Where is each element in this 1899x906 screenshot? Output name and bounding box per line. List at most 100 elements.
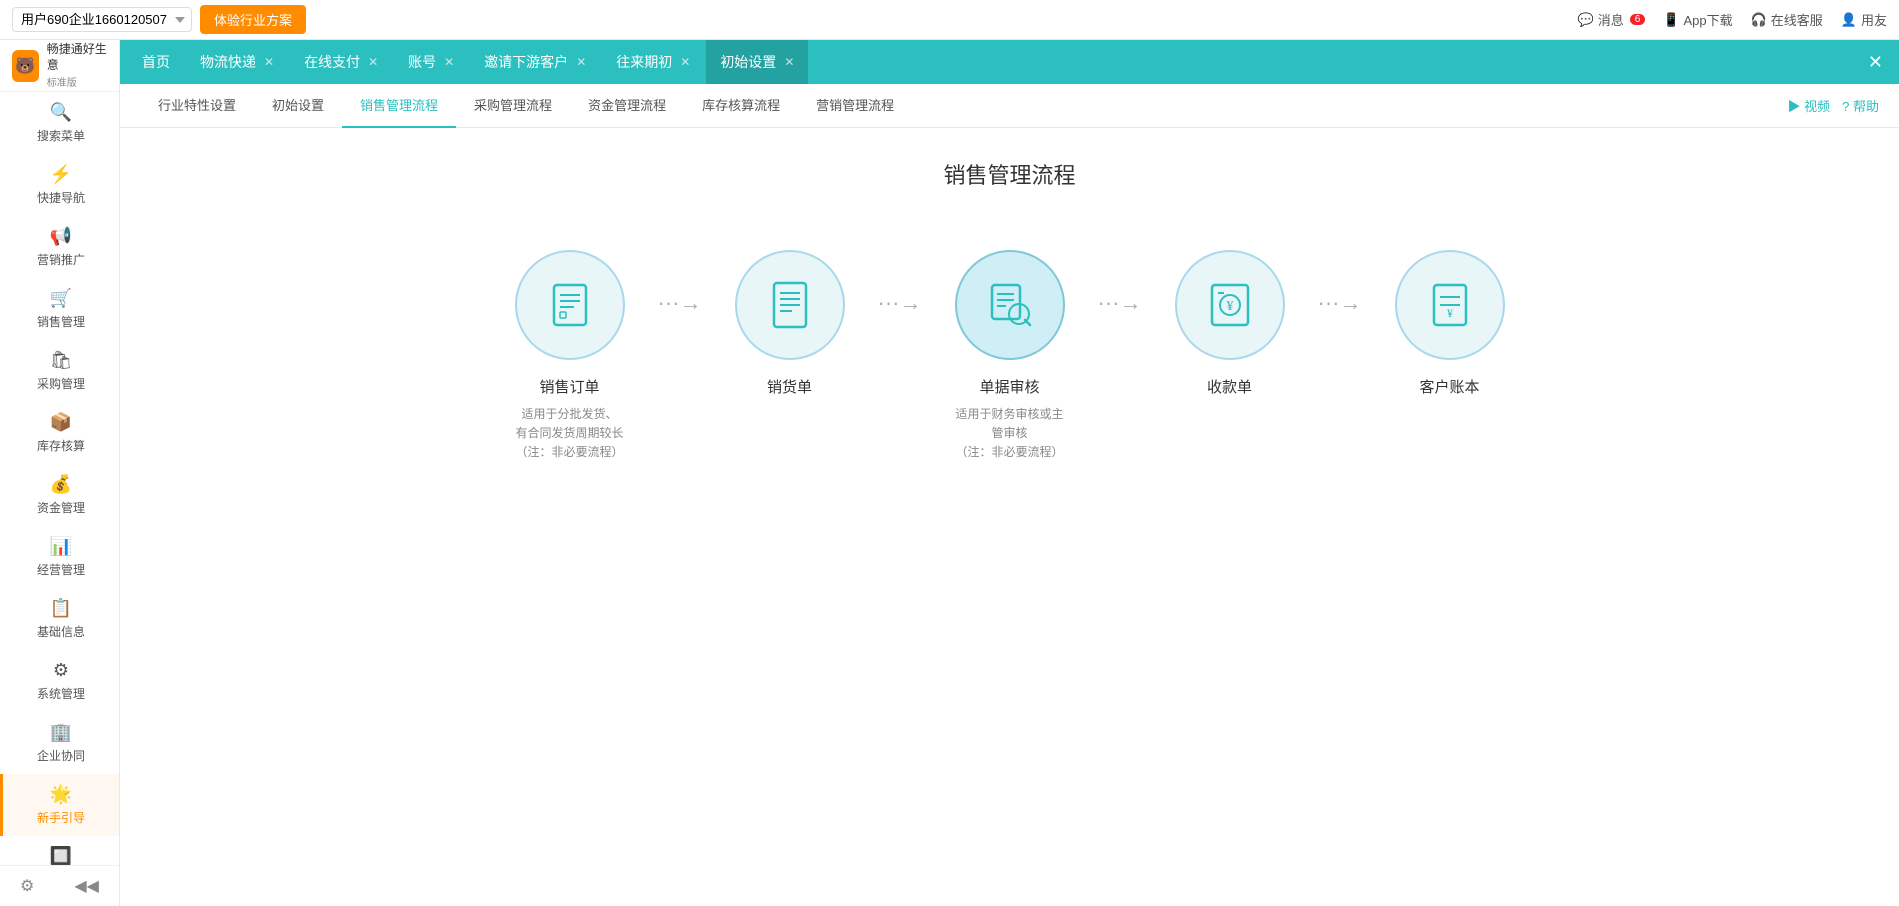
settings-bottom-icon[interactable]: ⚙	[20, 876, 34, 896]
flow-step-customer-account[interactable]: ¥ 客户账本	[1370, 250, 1530, 405]
sidebar-item-purchase[interactable]: 🛍 采购管理	[0, 340, 119, 402]
tab-payment[interactable]: 在线支付 ✕	[290, 40, 392, 84]
purchase-icon: 🛍	[50, 350, 73, 371]
logo-icon: 🐻	[12, 50, 39, 82]
sidebar-label-operations: 经营管理	[37, 561, 85, 578]
sub-tab-init-label: 初始设置	[272, 95, 324, 114]
sidebar-item-system[interactable]: ⚙ 系统管理	[0, 650, 119, 712]
tab-downstream-close[interactable]: ✕	[576, 55, 586, 69]
tab-home-label: 首页	[142, 52, 170, 72]
help-link[interactable]: ? 帮助	[1842, 96, 1879, 115]
app-download-item[interactable]: 📱 App下载	[1663, 10, 1732, 29]
video-link[interactable]: ▶ 视频	[1788, 96, 1831, 115]
top-bar: 用户690企业1660120507 体验行业方案 💬 消息 6 📱 App下载 …	[0, 0, 1899, 40]
close-all-button[interactable]: ✕	[1860, 52, 1891, 73]
tab-account[interactable]: 账号 ✕	[394, 40, 468, 84]
service-icon: 🎧	[1751, 12, 1767, 28]
sidebar-label-basic-info: 基础信息	[37, 623, 85, 640]
experience-button[interactable]: 体验行业方案	[200, 5, 306, 34]
page-title: 销售管理流程	[160, 158, 1859, 190]
sidebar-label-enterprise: 企业协同	[37, 747, 85, 764]
collapse-icon[interactable]: ◀◀	[74, 876, 99, 896]
tab-downstream[interactable]: 邀请下游客户 ✕	[470, 40, 600, 84]
sidebar-label-system: 系统管理	[37, 685, 85, 702]
sidebar-item-finance[interactable]: 💰 资金管理	[0, 464, 119, 526]
tab-init-close[interactable]: ✕	[784, 55, 794, 69]
user-label: 用友	[1861, 10, 1887, 29]
sidebar-item-search[interactable]: 🔍 搜索菜单	[0, 92, 119, 154]
tab-logistics-close[interactable]: ✕	[264, 55, 274, 69]
sidebar-item-marketing-promo[interactable]: 📢 营销推广	[0, 216, 119, 278]
service-label: 在线客服	[1771, 10, 1823, 29]
flow-diagram: 销售订单 适用于分批发货、有合同发货周期较长（注：非必要流程） ···→	[160, 250, 1859, 463]
flow-circle-receipt: ¥	[1175, 250, 1285, 360]
sidebar-item-inventory[interactable]: 📦 库存核算	[0, 402, 119, 464]
user-icon: 👤	[1841, 12, 1857, 28]
main-layout: 🐻 畅捷通好生意 标准版 🔍 搜索菜单 ⚡ 快捷导航 📢 营销推广 🛒 销售管理	[0, 40, 1899, 906]
tab-logistics[interactable]: 物流快递 ✕	[186, 40, 288, 84]
content-area: 首页 物流快递 ✕ 在线支付 ✕ 账号 ✕ 邀请下游客户 ✕ 往来期初 ✕	[120, 40, 1899, 906]
top-bar-right: 💬 消息 6 📱 App下载 🎧 在线客服 👤 用友	[1578, 10, 1888, 29]
tab-downstream-label: 邀请下游客户	[484, 52, 568, 72]
logo-sub: 标准版	[47, 74, 107, 89]
sub-tab-inventory-flow-label: 库存核算流程	[702, 95, 780, 114]
sub-tab-marketing-flow[interactable]: 营销管理流程	[798, 84, 912, 128]
sub-tab-fund-flow[interactable]: 资金管理流程	[570, 84, 684, 128]
sidebar-item-sales[interactable]: 🛒 销售管理	[0, 278, 119, 340]
app-center-icon: 🔲	[50, 846, 72, 865]
flow-circle-sales-order	[515, 250, 625, 360]
user-item[interactable]: 👤 用友	[1841, 10, 1887, 29]
sub-tab-inventory-flow[interactable]: 库存核算流程	[684, 84, 798, 128]
message-icon: 💬	[1578, 12, 1594, 28]
tab-account-close[interactable]: ✕	[444, 55, 454, 69]
flow-step-doc-review[interactable]: 单据审核 适用于财务审核或主管审核（注：非必要流程）	[930, 250, 1090, 463]
tab-init-label: 初始设置	[720, 52, 776, 72]
page-content: 销售管理流程 销售订单 适用于分批发货、有合同	[120, 128, 1899, 906]
flow-step-receipt[interactable]: ¥ 收款单	[1150, 250, 1310, 405]
sub-tab-industry[interactable]: 行业特性设置	[140, 84, 254, 128]
guide-icon: 🌟	[50, 784, 72, 805]
online-service-item[interactable]: 🎧 在线客服	[1751, 10, 1823, 29]
user-select[interactable]: 用户690企业1660120507	[12, 7, 192, 32]
message-badge: 6	[1630, 14, 1646, 25]
finance-icon: 💰	[50, 474, 72, 495]
sidebar-bottom: ⚙ ◀◀	[0, 865, 119, 906]
enterprise-icon: 🏢	[50, 722, 72, 743]
tab-period[interactable]: 往来期初 ✕	[602, 40, 704, 84]
sidebar-item-guide[interactable]: 🌟 新手引导	[0, 774, 119, 836]
basic-info-icon: 📋	[50, 598, 72, 619]
tab-payment-label: 在线支付	[304, 52, 360, 72]
step-sales-order-desc: 适用于分批发货、有合同发货周期较长（注：非必要流程）	[515, 405, 623, 463]
operations-icon: 📊	[50, 536, 72, 557]
app-icon: 📱	[1663, 12, 1679, 28]
sidebar-item-app-center[interactable]: 🔲 应用中心	[0, 836, 119, 865]
tab-period-close[interactable]: ✕	[680, 55, 690, 69]
tab-init[interactable]: 初始设置 ✕	[706, 40, 808, 84]
sidebar-label-search: 搜索菜单	[37, 127, 85, 144]
tab-logistics-label: 物流快递	[200, 52, 256, 72]
flow-circle-doc-review	[955, 250, 1065, 360]
sidebar: 🐻 畅捷通好生意 标准版 🔍 搜索菜单 ⚡ 快捷导航 📢 营销推广 🛒 销售管理	[0, 40, 120, 906]
top-bar-left: 用户690企业1660120507 体验行业方案	[12, 5, 306, 34]
sub-tabs: 行业特性设置 初始设置 销售管理流程 采购管理流程 资金管理流程 库存核算流程	[120, 84, 1899, 128]
tab-payment-close[interactable]: ✕	[368, 55, 378, 69]
message-item[interactable]: 💬 消息 6	[1578, 10, 1646, 29]
logo-area: 🐻 畅捷通好生意 标准版	[0, 40, 119, 92]
marketing-promo-icon: 📢	[50, 226, 72, 247]
logo-name: 畅捷通好生意	[47, 42, 107, 73]
arrow-4: ···→	[1310, 250, 1370, 316]
sidebar-item-operations[interactable]: 📊 经营管理	[0, 526, 119, 588]
sub-tabs-right: ▶ 视频 ? 帮助	[1788, 96, 1879, 115]
sidebar-item-shortcut[interactable]: ⚡ 快捷导航	[0, 154, 119, 216]
flow-step-sales-order[interactable]: 销售订单 适用于分批发货、有合同发货周期较长（注：非必要流程）	[490, 250, 650, 463]
sub-tab-init-settings[interactable]: 初始设置	[254, 84, 342, 128]
sub-tab-industry-label: 行业特性设置	[158, 95, 236, 114]
sidebar-item-enterprise[interactable]: 🏢 企业协同	[0, 712, 119, 774]
tab-home[interactable]: 首页	[128, 40, 184, 84]
flow-circle-customer-account: ¥	[1395, 250, 1505, 360]
sub-tab-purchase-flow[interactable]: 采购管理流程	[456, 84, 570, 128]
arrow-1: ···→	[650, 250, 710, 316]
sidebar-item-basic-info[interactable]: 📋 基础信息	[0, 588, 119, 650]
flow-step-sales-invoice[interactable]: 销货单	[710, 250, 870, 405]
sub-tab-sales-flow[interactable]: 销售管理流程	[342, 84, 456, 128]
